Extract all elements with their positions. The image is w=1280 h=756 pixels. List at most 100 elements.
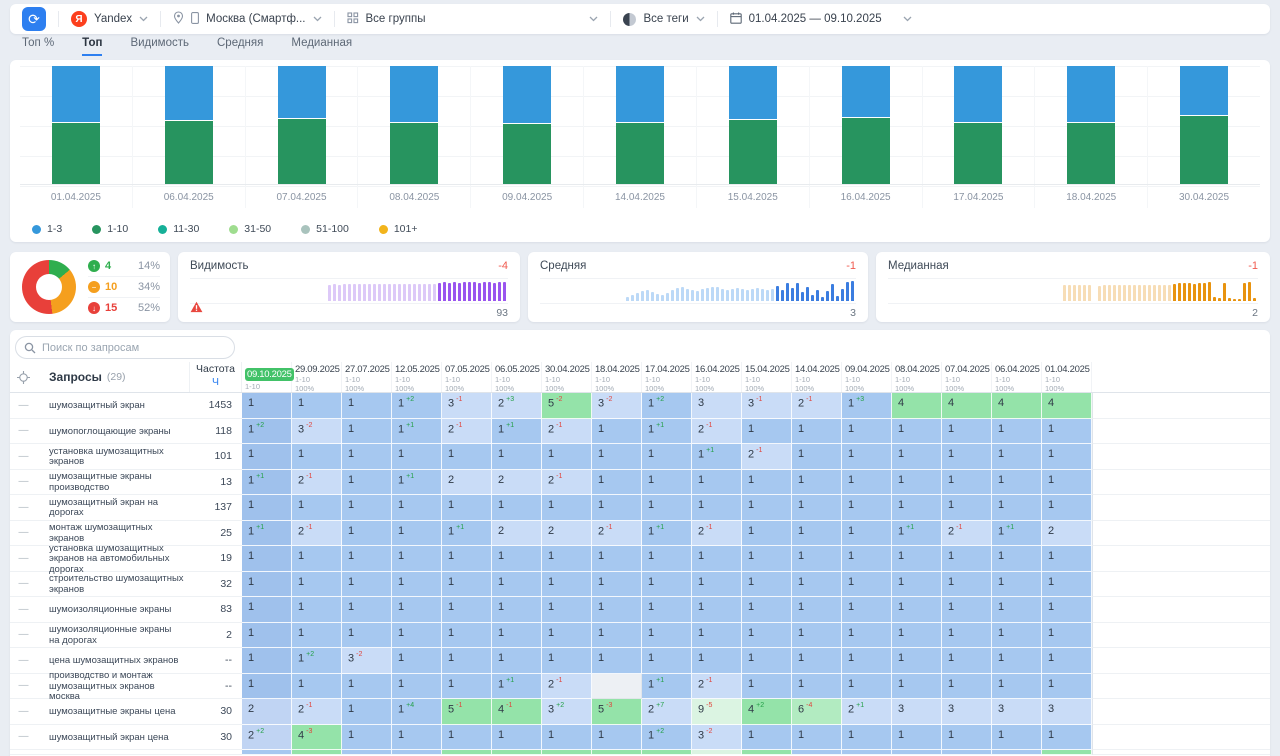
position-cell[interactable]: 1 — [792, 622, 842, 648]
position-cell[interactable]: 2 -1 — [592, 520, 642, 546]
position-cell[interactable]: 1 — [892, 444, 942, 470]
position-cell[interactable]: 1 — [992, 418, 1042, 444]
query-label[interactable]: шумопоглощающие экраны — [37, 419, 190, 444]
position-cell[interactable]: 2 — [242, 699, 292, 725]
position-cell[interactable]: 1 — [442, 622, 492, 648]
position-cell[interactable]: 1 — [942, 724, 992, 750]
position-cell[interactable]: 1 — [742, 418, 792, 444]
position-cell[interactable]: 2 -1 — [442, 418, 492, 444]
position-cell[interactable]: 1 — [842, 648, 892, 674]
position-cell[interactable]: 1 +1 — [892, 520, 942, 546]
position-cell[interactable]: 1 — [442, 673, 492, 699]
position-cell[interactable]: 1 — [842, 622, 892, 648]
region-select[interactable]: Москва (Смартф... — [173, 11, 321, 27]
position-cell[interactable]: 1 — [342, 699, 392, 725]
position-cell[interactable]: 3 -1 — [742, 393, 792, 419]
table-row[interactable]: — шумопоглощающие экраны 118 1 +2 3 -2 1 1 +1 2 -1 1… — [10, 418, 1270, 444]
position-cell[interactable]: 1 — [942, 571, 992, 597]
position-cell[interactable]: 2 — [542, 520, 592, 546]
position-cell[interactable]: 1 — [942, 418, 992, 444]
position-cell[interactable]: 1 — [992, 571, 1042, 597]
position-cell[interactable]: 2 -1 — [292, 699, 342, 725]
position-cell[interactable]: 1 — [892, 495, 942, 521]
table-row[interactable]: — строительство шумозащитных экранов 32 1 1 1… — [10, 571, 1270, 597]
position-cell[interactable]: 1 — [1042, 546, 1092, 572]
position-cell[interactable]: 1 — [592, 444, 642, 470]
position-cell[interactable]: 1 — [842, 571, 892, 597]
position-cell[interactable]: 1 — [542, 495, 592, 521]
position-cell[interactable]: 1 — [1042, 571, 1092, 597]
tab-медианная[interactable]: Медианная — [291, 37, 352, 56]
position-cell[interactable]: 1 — [342, 393, 392, 419]
position-cell[interactable]: 1 — [792, 597, 842, 623]
position-cell[interactable]: 2 +2 — [242, 724, 292, 750]
date-range-picker[interactable]: 01.04.2025 — 09.10.2025 — [729, 12, 912, 27]
position-cell[interactable]: 1 +2 — [292, 648, 342, 674]
date-column-header[interactable]: 07.04.2025 1-10 100% — [942, 362, 992, 393]
position-cell[interactable]: 2 -1 — [742, 444, 792, 470]
position-cell[interactable]: 1 — [492, 648, 542, 674]
stacked-bar[interactable] — [615, 66, 664, 184]
position-cell[interactable]: 1 — [792, 444, 842, 470]
position-cell[interactable]: 1 — [492, 444, 542, 470]
stacked-bar[interactable] — [503, 66, 552, 184]
position-cell[interactable]: 1 — [1042, 673, 1092, 699]
position-cell[interactable]: 1 — [792, 469, 842, 495]
position-cell[interactable]: 1 — [442, 724, 492, 750]
position-cell[interactable]: 1 — [992, 724, 1042, 750]
position-cell[interactable]: 4 — [942, 393, 992, 419]
position-cell[interactable]: 1 — [842, 597, 892, 623]
date-column-header[interactable]: 15.04.2025 1-10 100% — [742, 362, 792, 393]
position-cell[interactable]: 1 +1 — [392, 418, 442, 444]
stacked-bar[interactable] — [164, 66, 213, 184]
date-column-header[interactable]: 29.09.2025 1-10 100% — [292, 362, 342, 393]
position-cell[interactable]: 1 — [492, 546, 542, 572]
position-cell[interactable]: 2 +1 — [842, 699, 892, 725]
position-cell[interactable]: 1 — [242, 648, 292, 674]
table-row[interactable]: — шумозащитный экран 1453 1 1 1 1 +2 3 -1 2 +3 5 -2 3-… — [10, 393, 1270, 419]
position-cell[interactable]: 1 — [392, 673, 442, 699]
row-toggle[interactable]: — — [10, 419, 37, 444]
position-cell[interactable]: 1 — [392, 444, 442, 470]
position-cell[interactable]: 5 -1 — [442, 699, 492, 725]
position-cell[interactable]: 1 — [292, 622, 342, 648]
position-cell[interactable]: 1 +3 — [842, 393, 892, 419]
position-cell[interactable]: 1 — [542, 571, 592, 597]
position-cell[interactable]: 1 — [242, 444, 292, 470]
position-cell[interactable]: 1 — [242, 393, 292, 419]
position-cell[interactable]: 2 -1 — [792, 393, 842, 419]
date-column-header[interactable]: 18.04.2025 1-10 100% — [592, 362, 642, 393]
position-cell[interactable]: 1 — [492, 495, 542, 521]
date-column-header[interactable]: 06.04.2025 1-10 100% — [992, 362, 1042, 393]
position-cell[interactable]: 1 — [592, 495, 642, 521]
frequency-sort[interactable]: Ч — [190, 376, 241, 388]
query-label[interactable]: установка шумозащитных экранов на автомо… — [37, 543, 190, 574]
tab-топ[interactable]: Топ — [82, 37, 103, 56]
position-cell[interactable]: 1 — [742, 724, 792, 750]
position-cell[interactable]: 1 — [942, 444, 992, 470]
position-cell[interactable]: 1 — [592, 418, 642, 444]
position-cell[interactable]: 1 — [342, 622, 392, 648]
position-cell[interactable]: 1 — [342, 418, 392, 444]
position-cell[interactable]: 2 -1 — [292, 469, 342, 495]
position-cell[interactable]: 1 — [1042, 622, 1092, 648]
position-cell[interactable]: 1 — [342, 495, 392, 521]
position-cell[interactable]: 3 -2 — [342, 648, 392, 674]
position-cell[interactable]: 1 — [792, 673, 842, 699]
position-cell[interactable]: 1 — [742, 469, 792, 495]
position-cell[interactable]: 1 +1 — [992, 520, 1042, 546]
row-toggle[interactable]: — — [10, 572, 37, 597]
position-cell[interactable]: 1 — [892, 622, 942, 648]
position-cell[interactable]: 1 — [792, 546, 842, 572]
position-cell[interactable]: 1 — [642, 571, 692, 597]
position-cell[interactable]: 1 — [1042, 444, 1092, 470]
row-toggle[interactable]: — — [10, 725, 37, 750]
app-logo[interactable]: ⟳ — [22, 7, 46, 31]
position-cell[interactable]: 1 — [892, 418, 942, 444]
position-cell[interactable]: 2 -1 — [942, 520, 992, 546]
position-cell[interactable]: 1 — [892, 469, 942, 495]
tab-видимость[interactable]: Видимость — [130, 37, 189, 56]
date-column-header[interactable]: 06.05.2025 1-10 100% — [492, 362, 542, 393]
position-cell[interactable]: 1 — [342, 444, 392, 470]
position-cell[interactable]: 1 — [242, 597, 292, 623]
